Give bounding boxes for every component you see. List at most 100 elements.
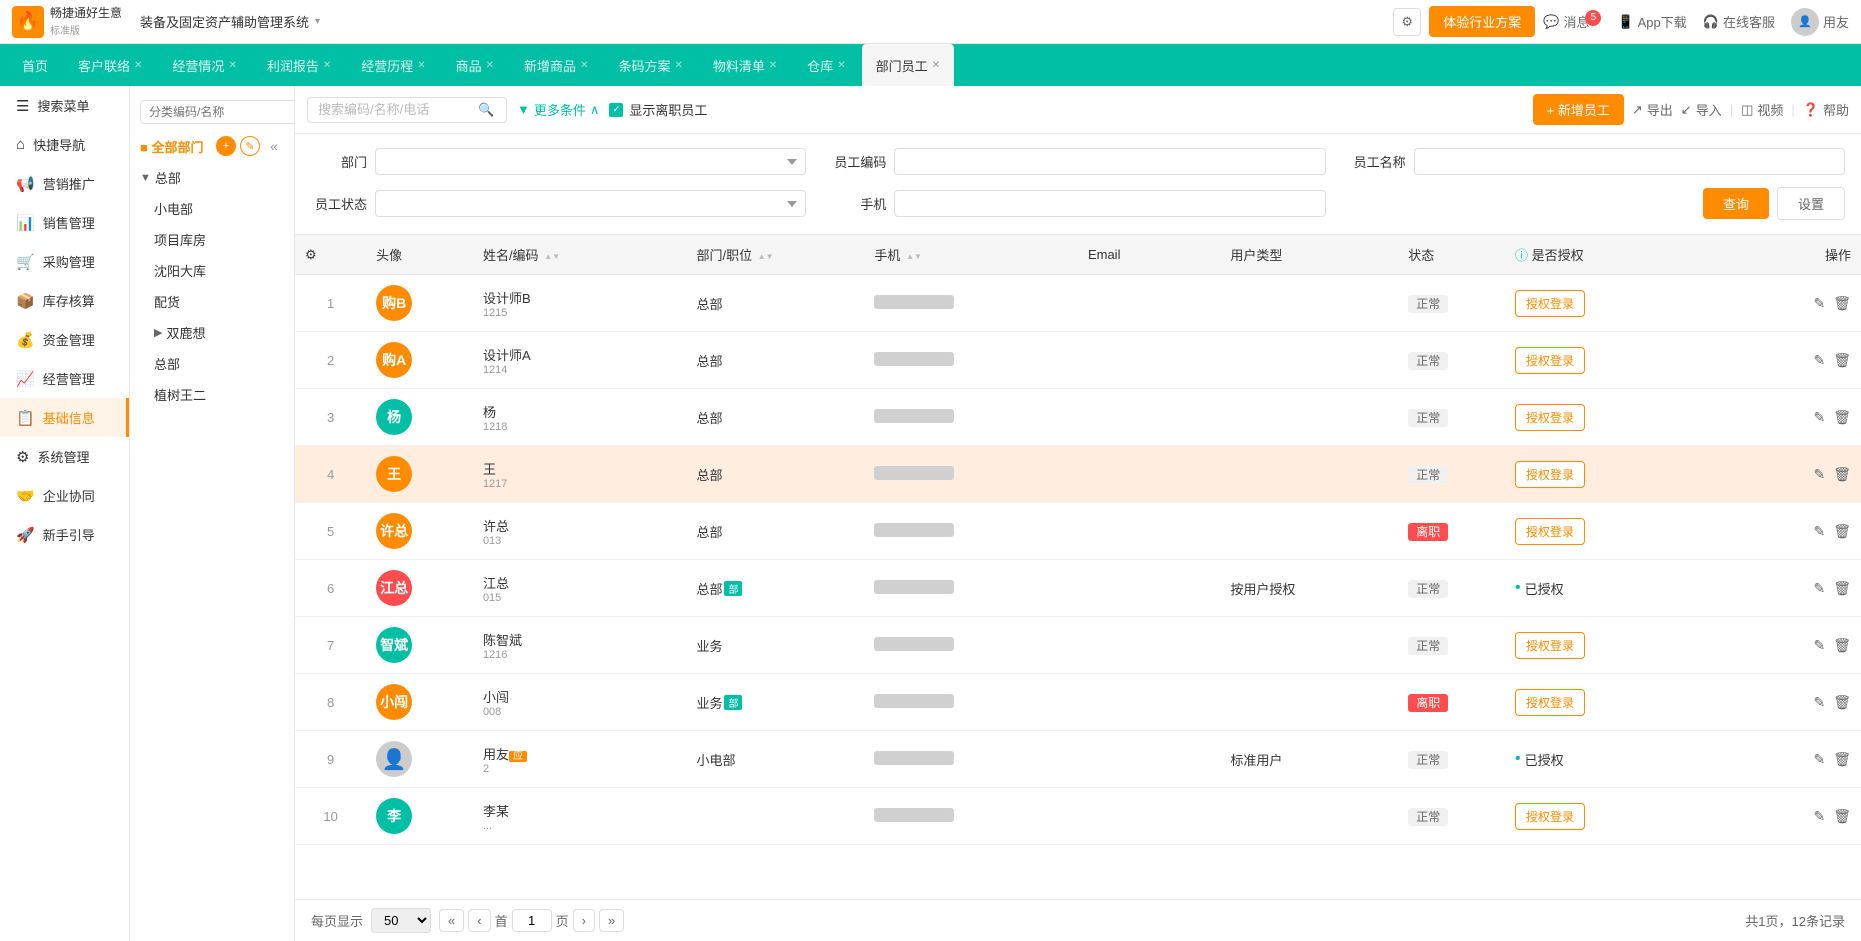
authorize-button[interactable]: 授权登录 xyxy=(1515,689,1585,716)
authorize-button[interactable]: 授权登录 xyxy=(1515,632,1585,659)
reset-button[interactable]: 设置 xyxy=(1777,187,1845,220)
authorize-button[interactable]: 授权登录 xyxy=(1515,290,1585,317)
dept-edit-button[interactable]: ✎ xyxy=(240,136,260,156)
filter-name-input[interactable] xyxy=(1414,148,1845,175)
per-page-select[interactable]: 50 100 xyxy=(371,908,431,933)
dept-tree-item-sydk[interactable]: 沈阳大库 xyxy=(130,255,294,286)
tab-bom[interactable]: 物料清单 ✕ xyxy=(699,44,791,86)
tab-close-dept-employee[interactable]: ✕ xyxy=(932,60,940,71)
tab-home[interactable]: 首页 xyxy=(8,44,62,86)
dept-search-input[interactable] xyxy=(140,100,295,124)
delete-button[interactable]: 🗑 xyxy=(1833,466,1851,483)
sidebar-item-collab[interactable]: 🤝 企业协同 xyxy=(0,476,129,515)
sidebar-item-system[interactable]: ⚙ 系统管理 xyxy=(0,437,129,476)
dept-collapse-button[interactable]: « xyxy=(264,136,284,156)
delete-button[interactable]: 🗑 xyxy=(1833,580,1851,597)
page-input[interactable] xyxy=(512,909,552,932)
tab-department-employee[interactable]: 部门员工 ✕ xyxy=(862,44,954,86)
delete-button[interactable]: 🗑 xyxy=(1833,751,1851,768)
tab-profit[interactable]: 利润报告 ✕ xyxy=(253,44,345,86)
dept-tree-item-zb[interactable]: 总部 xyxy=(130,348,294,379)
sidebar-item-purchase[interactable]: 🛒 采购管理 xyxy=(0,242,129,281)
tab-customer[interactable]: 客户联络 ✕ xyxy=(64,44,156,86)
authorize-button[interactable]: 授权登录 xyxy=(1515,803,1585,830)
sort-dept-icon[interactable]: ▲▼ xyxy=(758,252,774,261)
delete-button[interactable]: 🗑 xyxy=(1833,808,1851,825)
tab-barcode[interactable]: 条码方案 ✕ xyxy=(604,44,696,86)
first-page-button[interactable]: « xyxy=(439,909,464,932)
tab-operation[interactable]: 经营情况 ✕ xyxy=(158,44,250,86)
sidebar-item-quicknav[interactable]: ⌂ 快捷导航 xyxy=(0,125,129,164)
edit-button[interactable]: ✎ xyxy=(1813,694,1825,711)
app-download-button[interactable]: 📱 App下载 xyxy=(1617,12,1686,31)
delete-button[interactable]: 🗑 xyxy=(1833,295,1851,312)
edit-button[interactable]: ✎ xyxy=(1813,409,1825,426)
help-button[interactable]: ❓ 帮助 xyxy=(1803,100,1849,119)
query-button[interactable]: 查询 xyxy=(1703,188,1769,219)
sidebar-item-marketing[interactable]: 📢 营销推广 xyxy=(0,164,129,203)
show-resigned-toggle[interactable]: ✓ 显示离职员工 xyxy=(609,100,707,119)
tab-close-customer[interactable]: ✕ xyxy=(134,60,142,71)
tab-close-warehouse[interactable]: ✕ xyxy=(837,60,845,71)
next-page-button[interactable]: › xyxy=(573,909,595,932)
edit-button[interactable]: ✎ xyxy=(1813,466,1825,483)
tab-close-goods[interactable]: ✕ xyxy=(486,60,494,71)
filter-dept-select[interactable] xyxy=(375,148,806,175)
sidebar-item-sales[interactable]: 📊 销售管理 xyxy=(0,203,129,242)
message-button[interactable]: 💬 消息 5 xyxy=(1543,12,1601,31)
th-settings[interactable]: ⚙ xyxy=(295,235,366,275)
tab-warehouse[interactable]: 仓库 ✕ xyxy=(793,44,859,86)
tab-close-barcode[interactable]: ✕ xyxy=(674,60,682,71)
sidebar-item-basic[interactable]: 📋 基础信息 xyxy=(0,398,129,437)
delete-button[interactable]: 🗑 xyxy=(1833,637,1851,654)
delete-button[interactable]: 🗑 xyxy=(1833,409,1851,426)
import-button[interactable]: ↙ 导入 xyxy=(1681,100,1722,119)
more-filters-button[interactable]: ▼ 更多条件 ∧ xyxy=(517,100,599,119)
th-dept[interactable]: 部门/职位 ▲▼ xyxy=(686,235,864,275)
tab-goods[interactable]: 商品 ✕ xyxy=(442,44,508,86)
delete-button[interactable]: 🗑 xyxy=(1833,694,1851,711)
sidebar-item-guide[interactable]: 🚀 新手引导 xyxy=(0,515,129,554)
edit-button[interactable]: ✎ xyxy=(1813,580,1825,597)
authorize-button[interactable]: 授权登录 xyxy=(1515,347,1585,374)
dept-tree-item-ph[interactable]: 配货 xyxy=(130,286,294,317)
trial-button[interactable]: 体验行业方案 xyxy=(1429,6,1535,37)
view-button[interactable]: ◫ 视频 xyxy=(1741,100,1783,119)
th-phone[interactable]: 手机 ▲▼ xyxy=(864,235,1078,275)
sidebar-item-search[interactable]: ☰ 搜索菜单 xyxy=(0,86,129,125)
dept-tree-item-hq[interactable]: ▼ 总部 xyxy=(130,162,294,193)
tab-close-history[interactable]: ✕ xyxy=(417,60,425,71)
online-service-button[interactable]: 🎧 在线客服 xyxy=(1703,12,1775,31)
dept-add-button[interactable]: + xyxy=(216,136,236,156)
edit-button[interactable]: ✎ xyxy=(1813,751,1825,768)
sidebar-item-finance[interactable]: 💰 资金管理 xyxy=(0,320,129,359)
search-icon[interactable]: 🔍 xyxy=(478,102,494,118)
delete-button[interactable]: 🗑 xyxy=(1833,352,1851,369)
authorize-button[interactable]: 授权登录 xyxy=(1515,404,1585,431)
authorize-button[interactable]: 授权登录 xyxy=(1515,461,1585,488)
th-name[interactable]: 姓名/编码 ▲▼ xyxy=(473,235,687,275)
edit-button[interactable]: ✎ xyxy=(1813,295,1825,312)
show-resigned-checkbox[interactable]: ✓ xyxy=(609,103,623,117)
tab-close-profit[interactable]: ✕ xyxy=(323,60,331,71)
settings-button[interactable]: ⚙ xyxy=(1393,8,1421,36)
filter-code-input[interactable] xyxy=(894,148,1325,175)
prev-page-button[interactable]: ‹ xyxy=(468,909,490,932)
edit-button[interactable]: ✎ xyxy=(1813,808,1825,825)
filter-phone-input[interactable] xyxy=(894,190,1325,217)
search-input[interactable] xyxy=(318,102,478,117)
edit-button[interactable]: ✎ xyxy=(1813,637,1825,654)
sort-phone-icon[interactable]: ▲▼ xyxy=(906,252,922,261)
last-page-button[interactable]: » xyxy=(599,909,624,932)
sort-name-icon[interactable]: ▲▼ xyxy=(544,252,560,261)
export-button[interactable]: ↗ 导出 xyxy=(1632,100,1673,119)
delete-button[interactable]: 🗑 xyxy=(1833,523,1851,540)
chevron-down-icon[interactable]: ▾ xyxy=(315,16,320,27)
tab-close-new-goods[interactable]: ✕ xyxy=(580,60,588,71)
user-profile-button[interactable]: 👤 用友 xyxy=(1791,8,1849,36)
tab-close-bom[interactable]: ✕ xyxy=(769,60,777,71)
tab-close-operation[interactable]: ✕ xyxy=(228,60,236,71)
sidebar-item-operation[interactable]: 📈 经营管理 xyxy=(0,359,129,398)
dept-tree-item-xmkf[interactable]: 项目库房 xyxy=(130,224,294,255)
edit-button[interactable]: ✎ xyxy=(1813,352,1825,369)
